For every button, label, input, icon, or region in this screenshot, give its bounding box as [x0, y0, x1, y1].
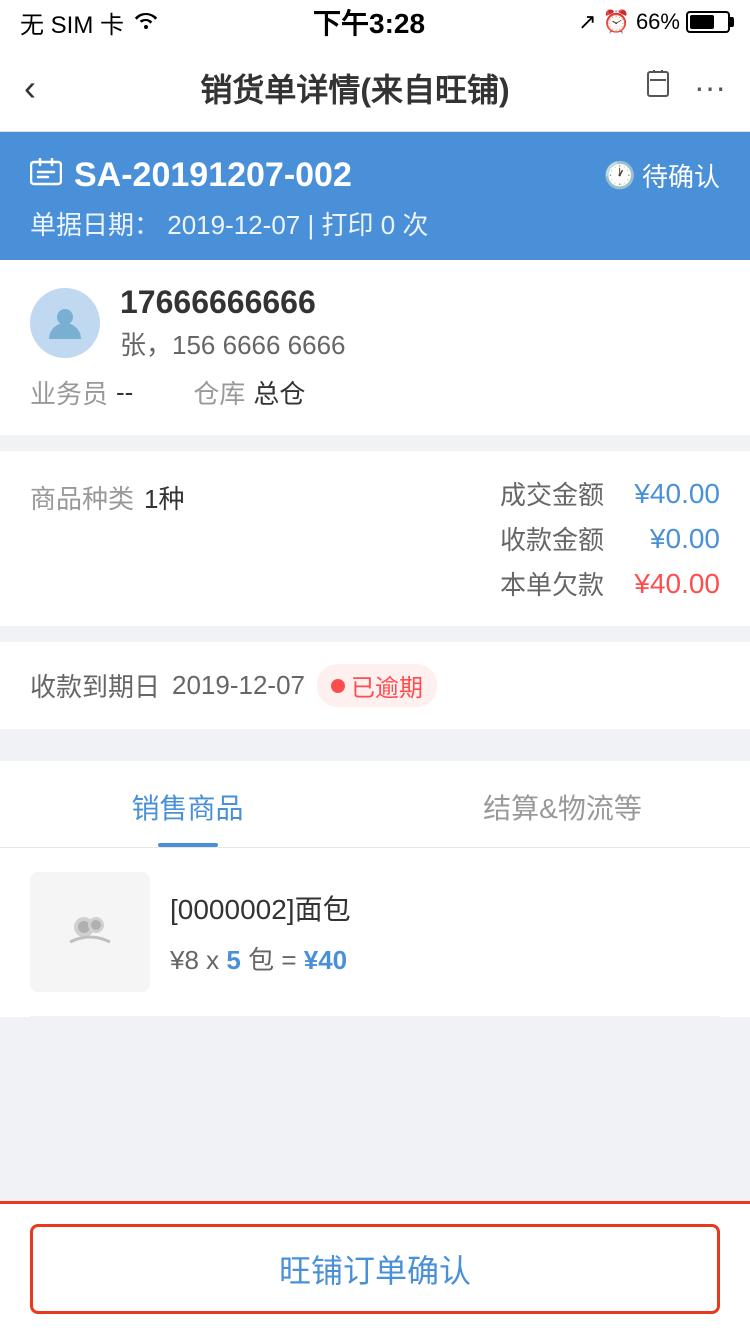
status-clock-icon: 🕐	[604, 160, 636, 191]
divider-2	[0, 626, 750, 642]
carrier-text: 无 SIM 卡	[20, 5, 124, 40]
nav-bar: ‹ 销货单详情(来自旺铺) ···	[0, 44, 750, 132]
summary-right: 成交金额 ¥40.00 收款金额 ¥0.00 本单欠款 ¥40.00	[500, 475, 720, 602]
amount-row-3: 本单欠款 ¥40.00	[500, 565, 720, 602]
tabs-container: 销售商品 结算&物流等	[0, 761, 750, 848]
status-left: 无 SIM 卡	[20, 5, 160, 40]
wifi-icon	[132, 8, 160, 36]
amount-value-2: ¥0.00	[620, 523, 720, 555]
amount-label-2: 收款金额	[500, 520, 604, 557]
amount-row-1: 成交金额 ¥40.00	[500, 475, 720, 512]
location-icon: ↗	[578, 9, 596, 35]
share-icon[interactable]	[642, 68, 674, 108]
page-title: 销货单详情(来自旺铺)	[84, 65, 626, 111]
product-list: [0000002]面包 ¥8 x 5 包 = ¥40	[0, 848, 750, 1017]
product-thumbnail	[30, 872, 150, 992]
customer-phone: 17666666666	[120, 284, 720, 321]
tab-sales-label: 销售商品	[131, 793, 243, 824]
customer-row: 17666666666 张，156 6666 6666	[30, 284, 720, 362]
order-id-row: SA-20191207-002 🕐 待确认	[30, 156, 720, 195]
more-icon[interactable]: ···	[694, 69, 726, 106]
nav-actions: ···	[626, 68, 726, 108]
divider-3	[0, 729, 750, 745]
customer-info: 17666666666 张，156 6666 6666	[120, 284, 720, 362]
table-row: [0000002]面包 ¥8 x 5 包 = ¥40	[30, 848, 720, 1017]
category-label: 商品种类	[30, 479, 134, 516]
order-id-text: SA-20191207-002	[74, 156, 352, 195]
order-status: 🕐 待确认	[604, 157, 720, 194]
product-qty: 5	[226, 945, 240, 975]
salesperson-label: 业务员	[30, 374, 108, 411]
tab-settlement[interactable]: 结算&物流等	[375, 761, 750, 847]
divider-1	[0, 435, 750, 451]
order-date-row: 单据日期： 2019-12-07 | 打印 0 次	[30, 205, 720, 242]
order-id: SA-20191207-002	[30, 156, 352, 195]
summary-section: 商品种类 1种 成交金额 ¥40.00 收款金额 ¥0.00 本单欠款 ¥40.…	[0, 451, 750, 626]
product-info: [0000002]面包 ¥8 x 5 包 = ¥40	[170, 888, 720, 977]
amount-value-1: ¥40.00	[620, 478, 720, 510]
avatar	[30, 288, 100, 358]
amount-label-3: 本单欠款	[500, 565, 604, 602]
order-id-icon	[30, 156, 62, 195]
print-info: 打印 0 次	[321, 210, 428, 240]
amount-value-3: ¥40.00	[620, 568, 720, 600]
status-text: 待确认	[642, 157, 720, 194]
back-button[interactable]: ‹	[24, 67, 84, 109]
status-right: ↗ ⏰ 66%	[578, 9, 730, 35]
equals-sign: =	[281, 945, 303, 975]
summary-left: 商品种类 1种	[30, 475, 500, 516]
amount-label-1: 成交金额	[500, 475, 604, 512]
due-label: 收款到期日	[30, 667, 160, 704]
separator: |	[307, 210, 321, 240]
product-price-row: ¥8 x 5 包 = ¥40	[170, 940, 720, 977]
due-date-value: 2019-12-07	[172, 670, 305, 701]
salesperson-value: --	[116, 377, 133, 408]
overdue-badge: 已逾期	[317, 664, 437, 707]
warehouse-label: 仓库	[193, 374, 245, 411]
due-section: 收款到期日 2019-12-07 已逾期	[0, 642, 750, 729]
product-total: ¥40	[304, 945, 347, 975]
product-price: ¥8	[170, 945, 199, 975]
status-bar: 无 SIM 卡 下午3:28 ↗ ⏰ 66%	[0, 0, 750, 44]
warehouse-value: 总仓	[253, 374, 305, 411]
status-time: 下午3:28	[313, 2, 425, 42]
customer-name: 张，156 6666 6666	[120, 325, 720, 362]
amount-row-2: 收款金额 ¥0.00	[500, 520, 720, 557]
overdue-dot-icon	[331, 679, 345, 693]
battery-icon	[686, 11, 730, 33]
product-unit: 包	[248, 945, 274, 975]
tab-sales-product[interactable]: 销售商品	[0, 761, 375, 847]
battery-text: 66%	[636, 9, 680, 35]
confirm-btn-container: 旺铺订单确认	[0, 1201, 750, 1334]
customer-meta-row: 业务员 -- 仓库 总仓	[30, 374, 720, 411]
alarm-icon: ⏰	[603, 9, 630, 35]
summary-grid: 商品种类 1种 成交金额 ¥40.00 收款金额 ¥0.00 本单欠款 ¥40.…	[30, 475, 720, 602]
product-name: [0000002]面包	[170, 888, 720, 928]
order-date: 2019-12-07	[167, 210, 300, 240]
price-multiply: x	[206, 945, 226, 975]
category-value: 1种	[144, 479, 184, 516]
date-label: 单据日期：	[30, 210, 160, 240]
confirm-order-button[interactable]: 旺铺订单确认	[30, 1224, 720, 1314]
order-header: SA-20191207-002 🕐 待确认 单据日期： 2019-12-07 |…	[0, 132, 750, 260]
overdue-text: 已逾期	[351, 668, 423, 703]
customer-section: 17666666666 张，156 6666 6666 业务员 -- 仓库 总仓	[0, 260, 750, 435]
tab-settlement-label: 结算&物流等	[483, 793, 642, 824]
